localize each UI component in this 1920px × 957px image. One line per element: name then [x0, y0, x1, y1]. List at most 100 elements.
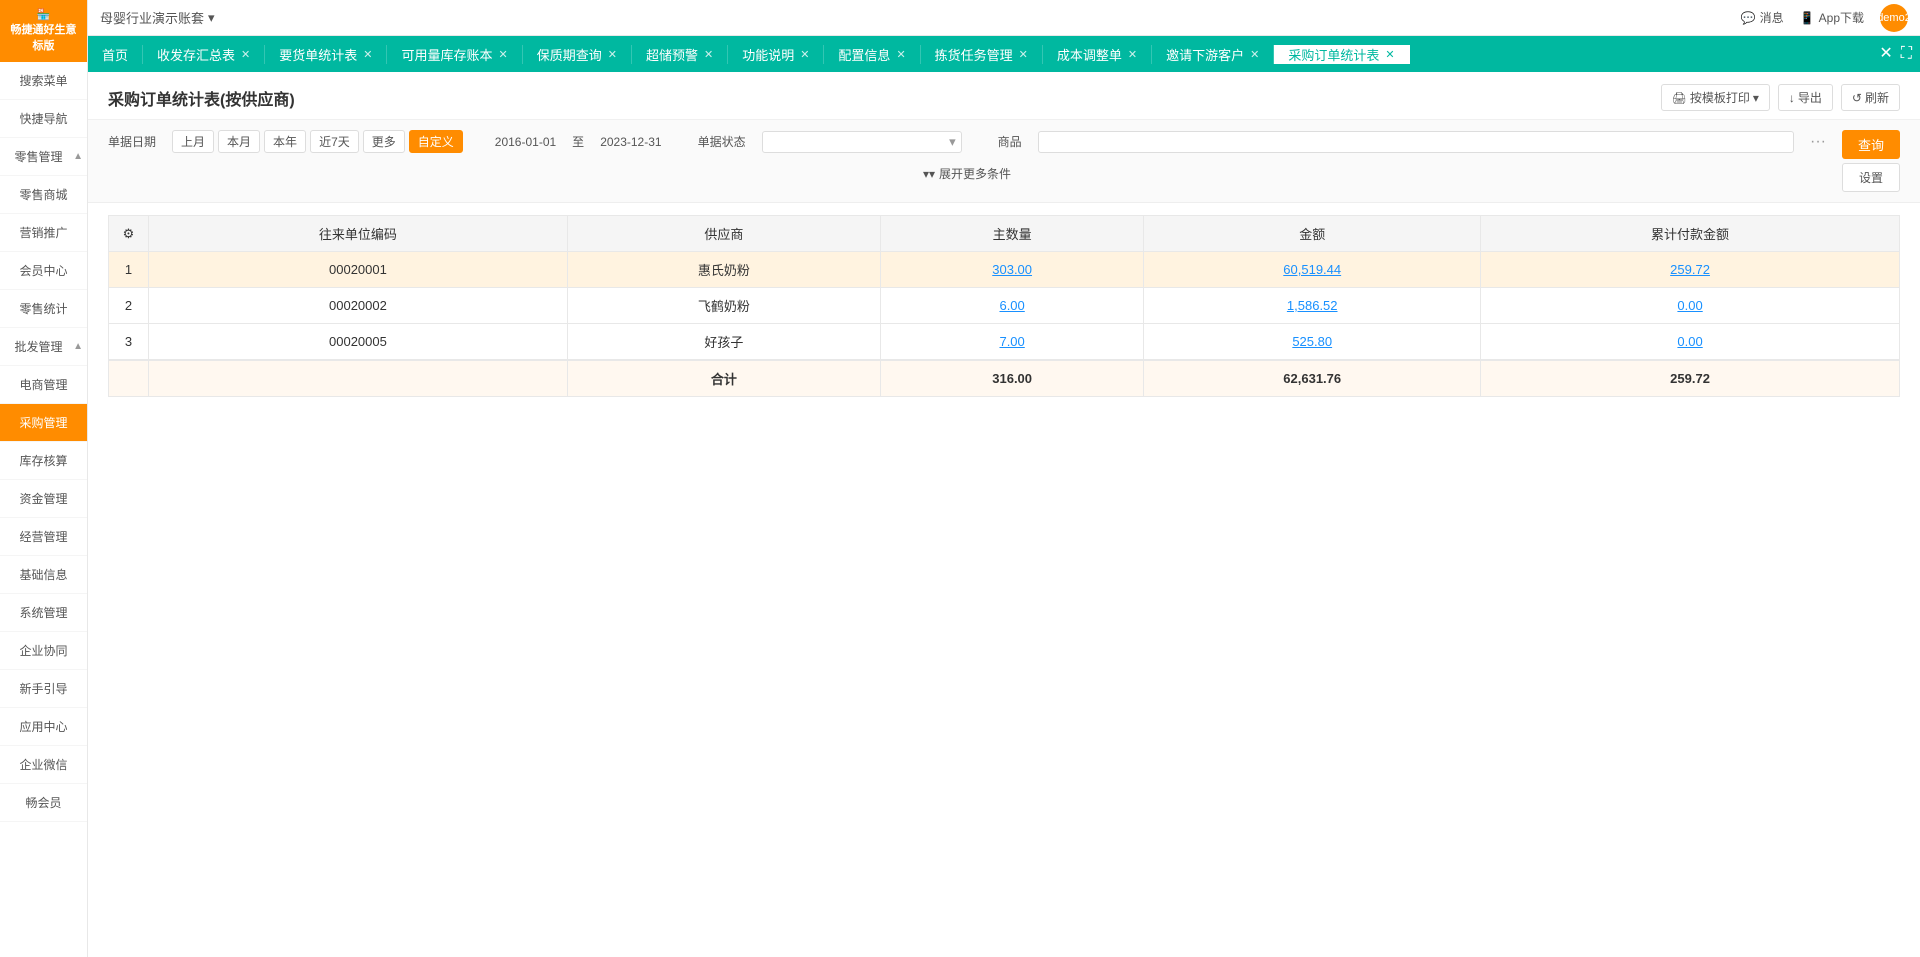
avatar[interactable]: demo2 [1880, 4, 1908, 32]
row-paid-2[interactable]: 0.00 [1481, 324, 1900, 361]
row-paid-0[interactable]: 259.72 [1481, 252, 1900, 288]
this-year-btn[interactable]: 本年 [264, 130, 306, 153]
sidebar-item-19[interactable]: 畅会员 [0, 784, 87, 822]
settings-button[interactable]: 设置 [1842, 163, 1900, 192]
table-row: 3 00020005 好孩子 7.00 525.80 0.00 [109, 324, 1900, 361]
refresh-button[interactable]: ↺ 刷新 [1841, 84, 1900, 111]
message-icon: 💬 [1741, 11, 1756, 25]
nav-tab-close-11[interactable]: ✕ [1385, 48, 1394, 61]
row-amount-0[interactable]: 60,519.44 [1144, 252, 1481, 288]
sidebar-item-7[interactable]: 批发管理▲ [0, 328, 87, 366]
nav-tab-3[interactable]: 可用量库存账本✕ [387, 45, 522, 64]
row-qty-2[interactable]: 7.00 [880, 324, 1143, 361]
more-btn[interactable]: 更多 [363, 130, 405, 153]
nav-tab-close-2[interactable]: ✕ [363, 48, 372, 61]
expand-filter-button[interactable]: ▾▾ 展开更多条件 [911, 161, 1023, 186]
nav-tab-close-9[interactable]: ✕ [1128, 48, 1137, 61]
refresh-label: 刷新 [1865, 89, 1889, 106]
col-supplier: 供应商 [567, 216, 880, 252]
settings-col-icon[interactable]: ⚙ [123, 226, 135, 241]
sidebar-item-10[interactable]: 库存核算 [0, 442, 87, 480]
sidebar-item-label-7: 批发管理 [4, 338, 73, 355]
nav-tab-5[interactable]: 超储预警✕ [632, 45, 728, 64]
sidebar-item-0[interactable]: 搜索菜单 [0, 62, 87, 100]
row-amount-1[interactable]: 1,586.52 [1144, 288, 1481, 324]
sidebar-item-18[interactable]: 企业微信 [0, 746, 87, 784]
nav-tab-close-1[interactable]: ✕ [241, 48, 250, 61]
sidebar-item-3[interactable]: 零售商城 [0, 176, 87, 214]
col-qty: 主数量 [880, 216, 1143, 252]
this-month-btn[interactable]: 本月 [218, 130, 260, 153]
sidebar-item-9[interactable]: 采购管理 [0, 404, 87, 442]
nav-tab-4[interactable]: 保质期查询✕ [523, 45, 632, 64]
nav-tab-close-3[interactable]: ✕ [499, 48, 508, 61]
sidebar-item-15[interactable]: 企业协同 [0, 632, 87, 670]
sidebar-item-2[interactable]: 零售管理▲ [0, 138, 87, 176]
sidebar-item-12[interactable]: 经营管理 [0, 518, 87, 556]
logo-text: 畅捷通好生意 [4, 23, 83, 38]
nav-tab-11[interactable]: 采购订单统计表✕ [1274, 45, 1409, 64]
footer-empty-2 [149, 360, 568, 397]
nav-tab-6[interactable]: 功能说明✕ [728, 45, 824, 64]
custom-date-btn[interactable]: 自定义 [409, 130, 463, 153]
more-filter-icon[interactable]: ··· [1810, 133, 1826, 151]
table-header-row: ⚙ 往来单位编码 供应商 主数量 金额 累计付款金额 [109, 216, 1900, 252]
logo-icon: 🏪 [4, 8, 83, 23]
nav-tab-close-6[interactable]: ✕ [800, 48, 809, 61]
expand-icon: ▾▾ [923, 167, 935, 181]
nav-tabs: 首页收发存汇总表✕要货单统计表✕可用量库存账本✕保质期查询✕超储预警✕功能说明✕… [88, 36, 1920, 72]
sidebar-item-6[interactable]: 零售统计 [0, 290, 87, 328]
nav-tab-8[interactable]: 拣货任务管理✕ [921, 45, 1043, 64]
maximize-icon[interactable]: ⛶ [1901, 46, 1912, 62]
last-month-btn[interactable]: 上月 [172, 130, 214, 153]
footer-qty: 316.00 [880, 360, 1143, 397]
row-qty-0[interactable]: 303.00 [880, 252, 1143, 288]
sidebar-item-14[interactable]: 系统管理 [0, 594, 87, 632]
nav-tab-close-8[interactable]: ✕ [1019, 48, 1028, 61]
nav-tab-10[interactable]: 邀请下游客户✕ [1152, 45, 1274, 64]
sidebar-item-4[interactable]: 营销推广 [0, 214, 87, 252]
sidebar-item-8[interactable]: 电商管理 [0, 366, 87, 404]
sidebar-item-11[interactable]: 资金管理 [0, 480, 87, 518]
sidebar-item-label-18: 企业微信 [4, 756, 83, 773]
print-button[interactable]: 🖨 按模板打印 ▾ [1661, 84, 1770, 111]
sidebar-item-5[interactable]: 会员中心 [0, 252, 87, 290]
sidebar-item-13[interactable]: 基础信息 [0, 556, 87, 594]
message-button[interactable]: 💬 消息 [1741, 9, 1784, 26]
workspace-label: 母婴行业演示账套 [100, 8, 204, 27]
nav-tab-close-4[interactable]: ✕ [608, 48, 617, 61]
export-button[interactable]: ↓ 导出 [1778, 84, 1833, 111]
nav-tab-close-5[interactable]: ✕ [704, 48, 713, 61]
row-amount-2[interactable]: 525.80 [1144, 324, 1481, 361]
workspace-selector[interactable]: 母婴行业演示账套 ▾ [100, 8, 215, 27]
sidebar-item-label-9: 采购管理 [4, 414, 83, 431]
nav-tab-9[interactable]: 成本调整单✕ [1043, 45, 1152, 64]
footer-label: 合计 [567, 360, 880, 397]
status-select[interactable] [762, 131, 962, 153]
top-bar: 母婴行业演示账套 ▾ 💬 消息 📱 App下载 demo2 [88, 0, 1920, 36]
chevron-down-icon: ▾ [208, 10, 215, 26]
sidebar-item-17[interactable]: 应用中心 [0, 708, 87, 746]
nav-tab-close-10[interactable]: ✕ [1250, 48, 1259, 61]
app-download-button[interactable]: 📱 App下载 [1800, 9, 1864, 26]
nav-tab-0[interactable]: 首页 [88, 45, 143, 64]
nav-tab-7[interactable]: 配置信息✕ [824, 45, 920, 64]
row-qty-1[interactable]: 6.00 [880, 288, 1143, 324]
goods-input[interactable] [1038, 131, 1794, 153]
row-paid-1[interactable]: 0.00 [1481, 288, 1900, 324]
main-content: 母婴行业演示账套 ▾ 💬 消息 📱 App下载 demo2 首页收发存汇总表✕要… [88, 0, 1920, 957]
sidebar-item-1[interactable]: 快捷导航 [0, 100, 87, 138]
row-supplier-2: 好孩子 [567, 324, 880, 361]
row-num-1: 2 [109, 288, 149, 324]
export-icon: ↓ [1789, 91, 1795, 105]
nav-tab-1[interactable]: 收发存汇总表✕ [143, 45, 265, 64]
sidebar-item-label-6: 零售统计 [4, 300, 83, 317]
sidebar: 🏪 畅捷通好生意 标版 搜索菜单快捷导航零售管理▲零售商城营销推广会员中心零售统… [0, 0, 88, 957]
close-window-icon[interactable]: ✕ [1879, 46, 1892, 62]
nav-tab-close-7[interactable]: ✕ [896, 48, 905, 61]
seven-days-btn[interactable]: 近7天 [310, 130, 359, 153]
page-actions: 🖨 按模板打印 ▾ ↓ 导出 ↺ 刷新 [1661, 84, 1900, 111]
query-button[interactable]: 查询 [1842, 130, 1900, 159]
nav-tab-2[interactable]: 要货单统计表✕ [265, 45, 387, 64]
sidebar-item-16[interactable]: 新手引导 [0, 670, 87, 708]
